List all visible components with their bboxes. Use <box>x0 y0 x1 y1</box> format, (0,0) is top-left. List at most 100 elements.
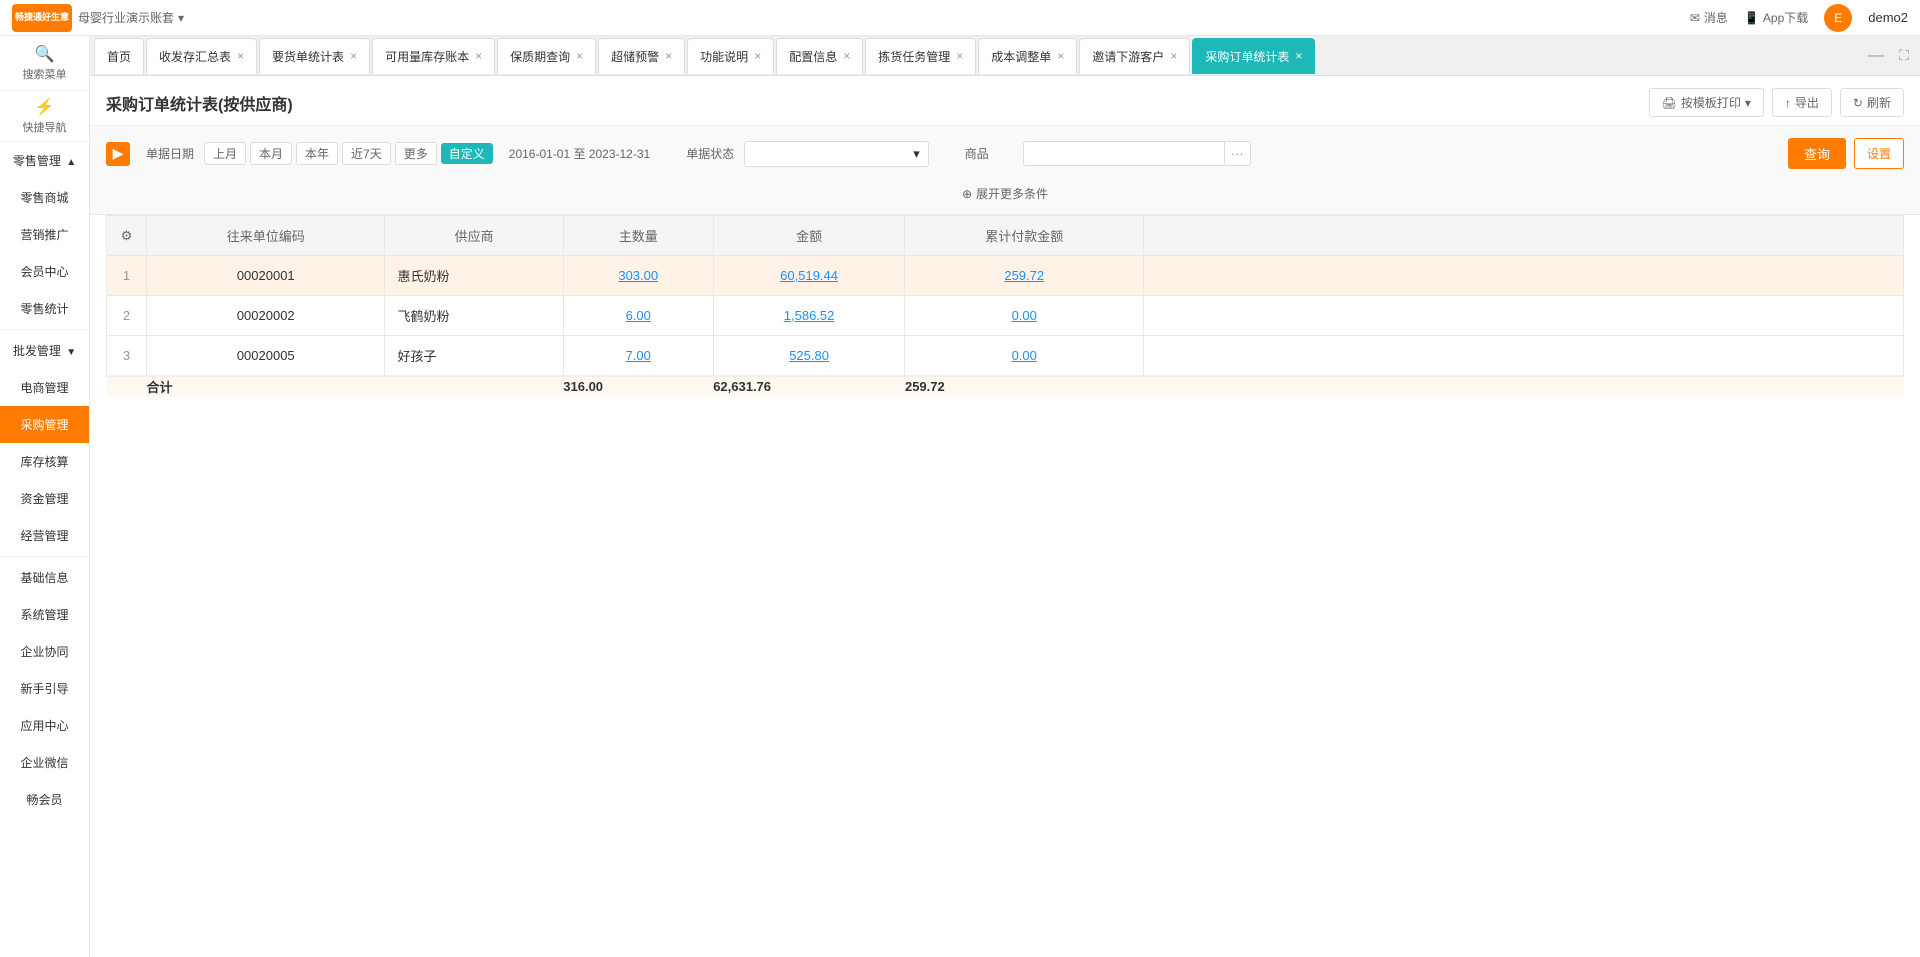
cell-extra-1 <box>1144 296 1904 336</box>
sidebar-item-operations[interactable]: 经营管理 <box>0 517 89 554</box>
settings-gear-icon: ⚙ <box>121 228 133 243</box>
goods-search-more-icon[interactable]: ··· <box>1224 142 1250 165</box>
goods-search-wrapper: ··· <box>1023 141 1251 166</box>
sidebar-item-purchase[interactable]: 采购管理 <box>0 406 89 443</box>
filter-action-buttons: 查询 设置 <box>1788 138 1904 169</box>
col-code: 往来单位编码 <box>147 216 385 256</box>
tab-inventory-ledger-close[interactable]: × <box>475 49 482 63</box>
cell-qty-1[interactable]: 6.00 <box>563 296 713 336</box>
retail-mgmt-expand-icon: ▲ <box>66 157 76 168</box>
sidebar-item-member[interactable]: 会员中心 <box>0 253 89 290</box>
workspace-selector[interactable]: 母婴行业演示账套 ▾ <box>78 9 184 26</box>
date-btn-last-month[interactable]: 上月 <box>204 142 246 165</box>
sidebar-item-vip[interactable]: 畅会员 <box>0 781 89 818</box>
tab-pick-task-label: 拣货任务管理 <box>878 48 950 65</box>
footer-amount: 62,631.76 <box>713 376 905 396</box>
tab-cost-adj[interactable]: 成本调整单 × <box>978 38 1077 74</box>
goods-search-input[interactable] <box>1024 143 1224 165</box>
refresh-icon: ↻ <box>1853 96 1863 110</box>
sidebar-quicknav[interactable]: ⚡ 快捷导航 <box>0 91 89 142</box>
tab-overstock-close[interactable]: × <box>665 49 672 63</box>
tab-inventory-ledger[interactable]: 可用量库存账本 × <box>372 38 495 74</box>
footer-extra <box>1144 376 1904 396</box>
tab-func-desc[interactable]: 功能说明 × <box>687 38 774 74</box>
col-qty: 主数量 <box>563 216 713 256</box>
sidebar-item-enterprise[interactable]: 企业协同 <box>0 633 89 670</box>
query-button[interactable]: 查询 <box>1788 138 1846 169</box>
status-select[interactable]: ▾ <box>744 141 929 167</box>
tab-purchase-order-stats-close[interactable]: × <box>1295 49 1302 63</box>
expand-more-row: ⊕ 展开更多条件 <box>106 185 1904 202</box>
cell-amount-0[interactable]: 60,519.44 <box>713 256 905 296</box>
user-avatar[interactable]: E <box>1824 4 1852 32</box>
cell-qty-0[interactable]: 303.00 <box>563 256 713 296</box>
sidebar-item-enterprise-wechat[interactable]: 企业微信 <box>0 744 89 781</box>
tab-bar-maximize[interactable]: ⛶ <box>1892 44 1916 68</box>
sidebar-item-wholesale[interactable]: 批发管理 ▼ <box>0 332 89 369</box>
sidebar-item-app-center[interactable]: 应用中心 <box>0 707 89 744</box>
sidebar-item-inventory[interactable]: 库存核算 <box>0 443 89 480</box>
cell-amount-1[interactable]: 1,586.52 <box>713 296 905 336</box>
print-dropdown-icon: ▾ <box>1745 96 1751 110</box>
tab-pick-task[interactable]: 拣货任务管理 × <box>865 38 976 74</box>
message-action[interactable]: ✉ 消息 <box>1690 9 1728 26</box>
sidebar-item-retail-mgmt[interactable]: 零售管理 ▲ <box>0 142 89 179</box>
tab-pick-task-close[interactable]: × <box>956 49 963 63</box>
settings-button[interactable]: 设置 <box>1854 138 1904 169</box>
logo-area: 畅捷通好生意 母婴行业演示账套 ▾ <box>12 4 184 32</box>
cell-qty-2[interactable]: 7.00 <box>563 336 713 377</box>
col-settings[interactable]: ⚙ <box>107 216 147 256</box>
tab-config-info[interactable]: 配置信息 × <box>776 38 863 74</box>
filter-main-row: ▶ 单据日期 上月 本月 本年 近7天 更多 自定义 <box>106 138 1904 169</box>
tab-goods-stats-close[interactable]: × <box>350 49 357 63</box>
cell-paid-1[interactable]: 0.00 <box>905 296 1144 336</box>
sidebar-item-ecommerce[interactable]: 电商管理 <box>0 369 89 406</box>
tab-invite-downstream[interactable]: 邀请下游客户 × <box>1079 38 1190 74</box>
cell-paid-2[interactable]: 0.00 <box>905 336 1144 377</box>
cell-paid-0[interactable]: 259.72 <box>905 256 1144 296</box>
tab-home[interactable]: 首页 <box>94 38 144 74</box>
tab-collect-send[interactable]: 收发存汇总表 × <box>146 38 257 74</box>
tab-cost-adj-close[interactable]: × <box>1057 49 1064 63</box>
cell-extra-0 <box>1144 256 1904 296</box>
sidebar-search[interactable]: 🔍 搜索菜单 <box>0 36 89 91</box>
col-paid: 累计付款金额 <box>905 216 1144 256</box>
tab-goods-stats[interactable]: 要货单统计表 × <box>259 38 370 74</box>
date-btn-7days[interactable]: 近7天 <box>342 142 391 165</box>
export-button[interactable]: ↑ 导出 <box>1772 88 1832 117</box>
sidebar-item-basic-info[interactable]: 基础信息 <box>0 559 89 596</box>
sidebar-divider-2 <box>0 556 89 557</box>
tab-collect-send-close[interactable]: × <box>237 49 244 63</box>
tab-overstock[interactable]: 超储预警 × <box>598 38 685 74</box>
tab-shelf-query-close[interactable]: × <box>576 49 583 63</box>
tab-invite-downstream-close[interactable]: × <box>1170 49 1177 63</box>
sidebar-item-retail-stats[interactable]: 零售统计 <box>0 290 89 327</box>
sidebar-item-system[interactable]: 系统管理 <box>0 596 89 633</box>
date-btn-more[interactable]: 更多 <box>395 142 437 165</box>
cell-amount-2[interactable]: 525.80 <box>713 336 905 377</box>
sidebar-item-retail-shop[interactable]: 零售商城 <box>0 179 89 216</box>
sidebar-item-marketing[interactable]: 营销推广 <box>0 216 89 253</box>
sidebar-item-capital[interactable]: 资金管理 <box>0 480 89 517</box>
tab-goods-stats-label: 要货单统计表 <box>272 48 344 65</box>
tab-bar-minimize[interactable]: — <box>1864 44 1888 68</box>
refresh-button[interactable]: ↻ 刷新 <box>1840 88 1904 117</box>
tab-config-info-close[interactable]: × <box>843 49 850 63</box>
date-btn-this-month[interactable]: 本月 <box>250 142 292 165</box>
tab-purchase-order-stats[interactable]: 采购订单统计表 × <box>1192 38 1315 74</box>
cell-code-1: 00020002 <box>147 296 385 336</box>
col-extra <box>1144 216 1904 256</box>
print-button[interactable]: 🖨 按模板打印 ▾ <box>1649 88 1764 117</box>
date-range-display: 2016-01-01 至 2023-12-31 <box>509 145 650 162</box>
sidebar-item-new-guide[interactable]: 新手引导 <box>0 670 89 707</box>
table-row: 2 00020002 飞鹤奶粉 6.00 1,586.52 0.00 <box>107 296 1904 336</box>
filter-toggle-arrow[interactable]: ▶ <box>106 142 130 166</box>
col-amount: 金额 <box>713 216 905 256</box>
date-btn-this-year[interactable]: 本年 <box>296 142 338 165</box>
expand-more-button[interactable]: ⊕ 展开更多条件 <box>962 185 1048 202</box>
cell-extra-2 <box>1144 336 1904 377</box>
table-area: ⚙ 往来单位编码 供应商 主数量 金额 累计付款金额 1 00020001 惠氏… <box>90 215 1920 957</box>
tab-func-desc-close[interactable]: × <box>754 49 761 63</box>
app-download-action[interactable]: 📱 App下载 <box>1744 9 1808 26</box>
tab-shelf-query[interactable]: 保质期查询 × <box>497 38 596 74</box>
